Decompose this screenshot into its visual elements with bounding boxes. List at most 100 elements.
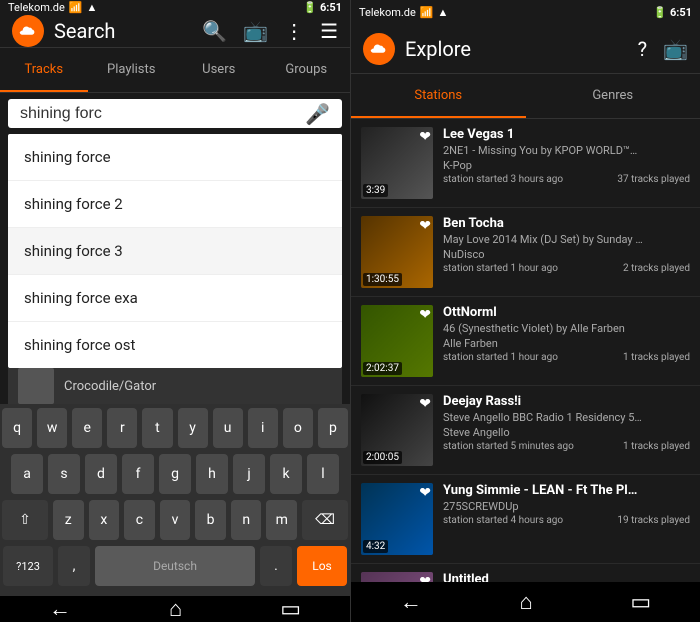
key-x[interactable]: x — [89, 500, 120, 540]
station-started-4: station started 4 hours ago — [443, 515, 563, 526]
key-i[interactable]: i — [248, 408, 278, 448]
suggestion-1[interactable]: shining force 2 — [8, 181, 342, 228]
help-icon-right[interactable]: ? — [638, 37, 647, 61]
suggestion-4[interactable]: shining force ost — [8, 322, 342, 368]
carrier-left: Telekom.de — [8, 1, 65, 14]
tab-stations[interactable]: Stations — [351, 74, 526, 118]
app-icon-right — [363, 33, 395, 65]
station-genre-0: K-Pop — [443, 159, 690, 172]
station-meta-2: station started 1 hour ago 1 tracks play… — [443, 352, 690, 363]
station-thumb-1: 1:30:55 ❤ — [361, 216, 433, 288]
station-info-2: OttNorml 46 (Synesthetic Violet) by Alle… — [443, 305, 690, 363]
key-symbols[interactable]: ?123 — [3, 546, 53, 586]
station-4[interactable]: 4:32 ❤ Yung Simmie - LEAN - Ft The Plug.… — [351, 475, 700, 564]
key-a[interactable]: a — [11, 454, 43, 494]
tabs-left: Tracks Playlists Users Groups — [0, 48, 350, 93]
carrier-right: Telekom.de — [359, 6, 416, 19]
recents-icon-left[interactable]: ▭ — [280, 597, 301, 622]
station-tracks-3: 1 tracks played — [623, 441, 690, 452]
key-enter[interactable]: Los — [297, 546, 347, 586]
kb-row-1: q w e r t y u i o p — [2, 408, 348, 448]
station-tracks-2: 1 tracks played — [623, 352, 690, 363]
search-icon-left[interactable]: 🔍 — [202, 19, 227, 43]
station-track-4: 275SCREWDUp — [443, 500, 643, 513]
more-icon-left[interactable]: ⋮ — [284, 19, 304, 43]
suggestion-2[interactable]: shining force 3 — [8, 228, 342, 275]
tab-users[interactable]: Users — [175, 48, 263, 92]
key-q[interactable]: q — [2, 408, 32, 448]
station-1[interactable]: 1:30:55 ❤ Ben Tocha May Love 2014 Mix (D… — [351, 208, 700, 297]
key-z[interactable]: z — [53, 500, 84, 540]
key-o[interactable]: o — [283, 408, 313, 448]
signal-icon: 📶 — [69, 1, 83, 14]
tab-playlists[interactable]: Playlists — [88, 48, 176, 92]
key-t[interactable]: t — [142, 408, 172, 448]
menu-icon-left[interactable]: ☰ — [320, 19, 338, 43]
suggestions-list: shining force shining force 2 shining fo… — [8, 134, 342, 368]
station-fav-5: ❤ — [419, 574, 431, 582]
nav-bar-right: ← ⌂ ▭ — [351, 582, 700, 622]
station-0[interactable]: 3:39 ❤ Lee Vegas 1 2NE1 - Missing You by… — [351, 119, 700, 208]
tabs-right: Stations Genres — [351, 74, 700, 119]
suggestion-0[interactable]: shining force — [8, 134, 342, 181]
stations-list: 3:39 ❤ Lee Vegas 1 2NE1 - Missing You by… — [351, 119, 700, 582]
mic-icon[interactable]: 🎤 — [305, 102, 330, 126]
key-g[interactable]: g — [159, 454, 191, 494]
key-e[interactable]: e — [72, 408, 102, 448]
home-icon-right[interactable]: ⌂ — [519, 589, 532, 615]
tab-groups[interactable]: Groups — [263, 48, 351, 92]
key-n[interactable]: n — [231, 500, 262, 540]
key-v[interactable]: v — [160, 500, 191, 540]
station-info-4: Yung Simmie - LEAN - Ft The Plug... 275S… — [443, 483, 690, 526]
station-name-0: Lee Vegas 1 — [443, 127, 643, 142]
station-genre-1: NuDisco — [443, 248, 690, 261]
soundcloud-icon-right — [370, 40, 388, 58]
station-tracks-1: 2 tracks played — [623, 263, 690, 274]
key-p[interactable]: p — [318, 408, 348, 448]
cast-icon-right[interactable]: 📺 — [663, 37, 688, 61]
recents-icon-right[interactable]: ▭ — [630, 590, 651, 615]
station-meta-1: station started 1 hour ago 2 tracks play… — [443, 263, 690, 274]
key-f[interactable]: f — [122, 454, 154, 494]
key-m[interactable]: m — [266, 500, 297, 540]
key-b[interactable]: b — [195, 500, 226, 540]
key-r[interactable]: r — [107, 408, 137, 448]
key-shift[interactable]: ⇧ — [2, 500, 48, 540]
station-5[interactable]: ❤ Untitled by M o f 1 n a — [351, 564, 700, 582]
home-icon-left[interactable]: ⌂ — [169, 596, 182, 622]
wifi-icon: ▲ — [87, 1, 98, 14]
station-3[interactable]: 2:00:05 ❤ Deejay Rass!i Steve Angello BB… — [351, 386, 700, 475]
back-icon-left[interactable]: ← — [49, 596, 71, 622]
key-comma[interactable]: , — [58, 546, 90, 586]
tab-tracks[interactable]: Tracks — [0, 48, 88, 92]
key-period[interactable]: . — [260, 546, 292, 586]
key-u[interactable]: u — [213, 408, 243, 448]
station-info-0: Lee Vegas 1 2NE1 - Missing You by KPOP W… — [443, 127, 690, 185]
station-2[interactable]: 2:02:37 ❤ OttNorml 46 (Synesthetic Viole… — [351, 297, 700, 386]
key-c[interactable]: c — [124, 500, 155, 540]
station-fav-4: ❤ — [419, 485, 431, 501]
key-backspace[interactable]: ⌫ — [302, 500, 348, 540]
key-h[interactable]: h — [196, 454, 228, 494]
key-y[interactable]: y — [178, 408, 208, 448]
key-d[interactable]: d — [85, 454, 117, 494]
back-icon-right[interactable]: ← — [400, 589, 422, 615]
key-w[interactable]: w — [37, 408, 67, 448]
key-k[interactable]: k — [270, 454, 302, 494]
key-s[interactable]: s — [48, 454, 80, 494]
search-bar[interactable]: 🎤 — [8, 99, 342, 128]
station-fav-1: ❤ — [419, 218, 431, 234]
status-bar-right: Telekom.de 📶 ▲ 🔋 6:51 — [351, 0, 700, 24]
cast-icon-left[interactable]: 📺 — [243, 19, 268, 43]
station-duration-2: 2:02:37 — [363, 362, 402, 375]
kb-row-4: ?123 , Deutsch . Los — [2, 546, 348, 586]
key-space[interactable]: Deutsch — [95, 546, 255, 586]
tab-genres[interactable]: Genres — [526, 74, 700, 118]
partial-result: Crocodile/Gator — [8, 368, 342, 404]
key-l[interactable]: l — [307, 454, 339, 494]
suggestion-3[interactable]: shining force exa — [8, 275, 342, 322]
search-input[interactable] — [20, 105, 297, 123]
right-panel: Telekom.de 📶 ▲ 🔋 6:51 Explore ? 📺 Statio… — [350, 0, 700, 622]
key-j[interactable]: j — [233, 454, 265, 494]
app-icon-left — [12, 15, 44, 47]
